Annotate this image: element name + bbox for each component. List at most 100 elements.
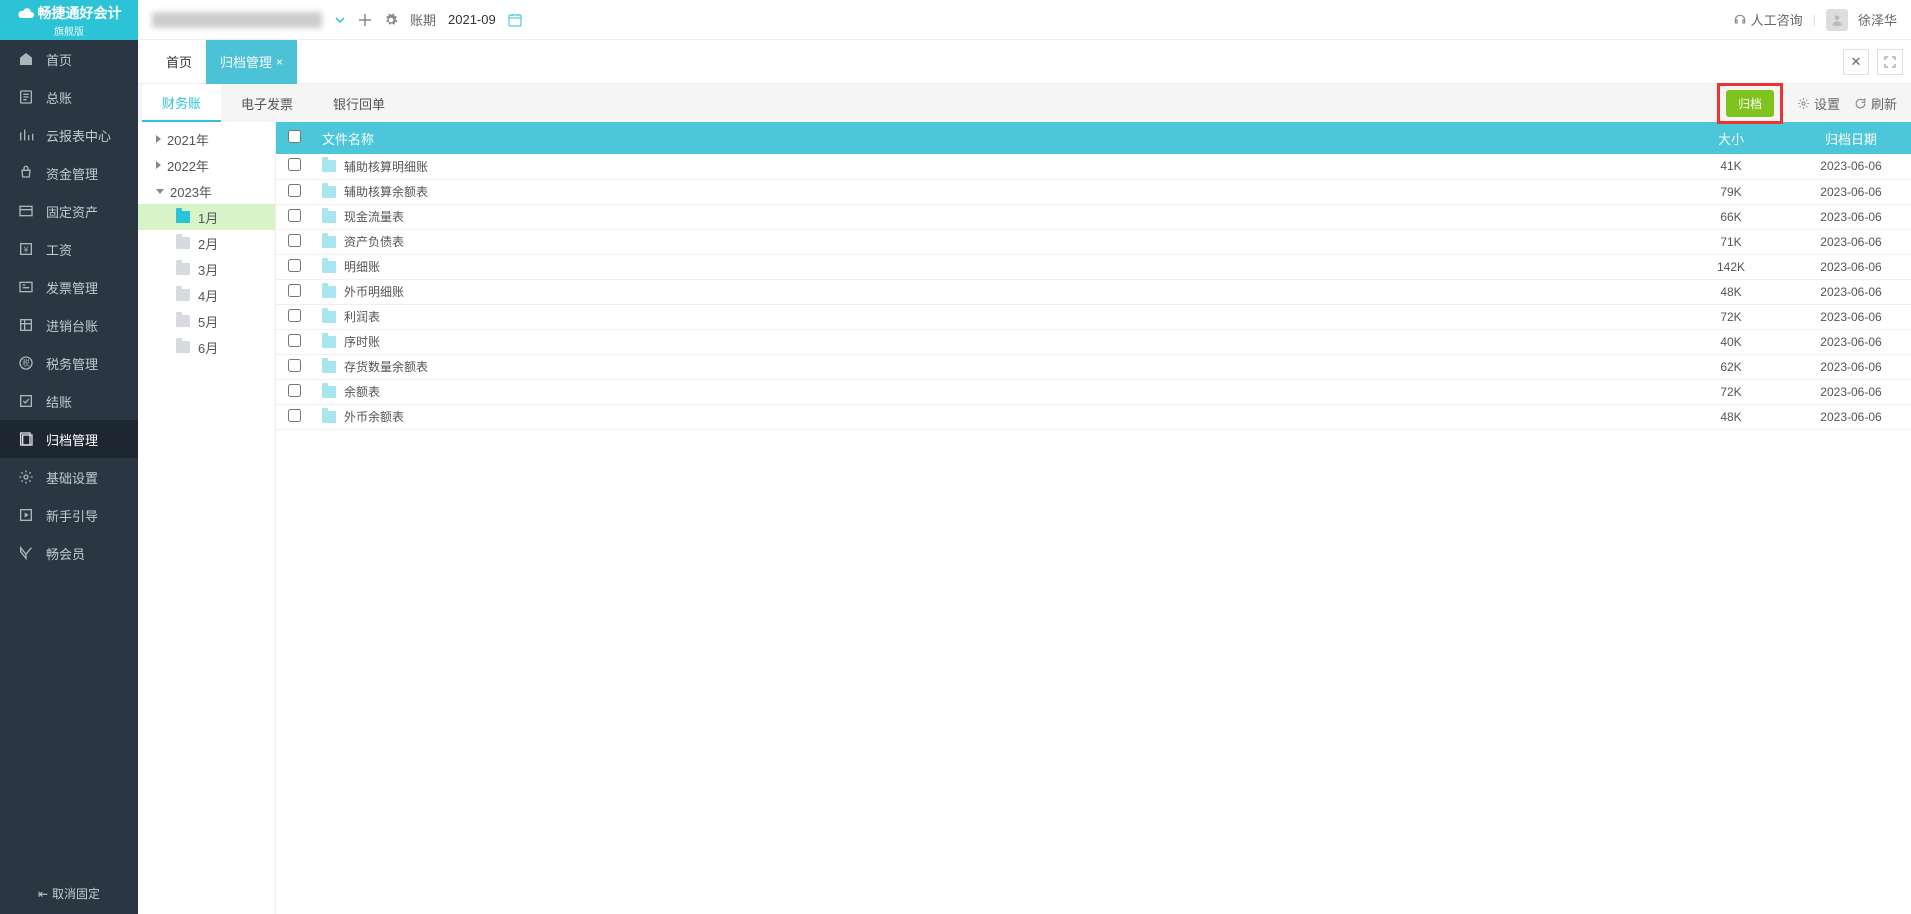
file-date: 2023-06-06 xyxy=(1791,179,1911,204)
file-name: 外币明细账 xyxy=(344,283,404,300)
add-icon[interactable] xyxy=(358,13,372,27)
close-icon[interactable]: × xyxy=(276,55,283,69)
table-row[interactable]: 资产负债表71K2023-06-06 xyxy=(276,229,1911,254)
file-date: 2023-06-06 xyxy=(1791,204,1911,229)
file-date: 2023-06-06 xyxy=(1791,154,1911,179)
table-row[interactable]: 外币余额表48K2023-06-06 xyxy=(276,404,1911,429)
row-checkbox[interactable] xyxy=(288,334,301,347)
row-checkbox[interactable] xyxy=(288,309,301,322)
row-checkbox[interactable] xyxy=(288,184,301,197)
tree-month-3[interactable]: 4月 xyxy=(138,282,275,308)
svg-text:税: 税 xyxy=(22,359,30,368)
folder-icon xyxy=(322,311,336,323)
period-label: 账期 xyxy=(410,10,436,29)
support-link[interactable]: 人工咨询 xyxy=(1733,10,1803,29)
nav-item-6[interactable]: 发票管理 xyxy=(0,268,138,306)
file-date: 2023-06-06 xyxy=(1791,279,1911,304)
nav-item-8[interactable]: 税税务管理 xyxy=(0,344,138,382)
tree-month-5[interactable]: 6月 xyxy=(138,334,275,360)
table-row[interactable]: 利润表72K2023-06-06 xyxy=(276,304,1911,329)
inner-tab-1[interactable]: 电子发票 xyxy=(221,84,313,122)
fullscreen-button[interactable] xyxy=(1877,49,1903,75)
company-selector[interactable] xyxy=(152,12,322,28)
row-checkbox[interactable] xyxy=(288,158,301,171)
nav-item-7[interactable]: 进销台账 xyxy=(0,306,138,344)
col-date: 归档日期 xyxy=(1791,122,1911,154)
page-tab-0[interactable]: 首页 xyxy=(152,40,206,84)
nav-list: 首页总账云报表中心资金管理固定资产¥工资发票管理进销台账税税务管理结账归档管理基… xyxy=(0,40,138,873)
inner-tab-2[interactable]: 银行回单 xyxy=(313,84,405,122)
table-row[interactable]: 辅助核算余额表79K2023-06-06 xyxy=(276,179,1911,204)
row-checkbox[interactable] xyxy=(288,234,301,247)
folder-icon xyxy=(322,261,336,273)
tree-year-0[interactable]: 2021年 xyxy=(138,126,275,152)
table-row[interactable]: 明细账142K2023-06-06 xyxy=(276,254,1911,279)
folder-icon xyxy=(322,236,336,248)
folder-icon xyxy=(322,211,336,223)
refresh-icon xyxy=(1854,97,1867,110)
table-row[interactable]: 存货数量余额表62K2023-06-06 xyxy=(276,354,1911,379)
row-checkbox[interactable] xyxy=(288,209,301,222)
table-row[interactable]: 外币明细账48K2023-06-06 xyxy=(276,279,1911,304)
nav-item-2[interactable]: 云报表中心 xyxy=(0,116,138,154)
nav-item-0[interactable]: 首页 xyxy=(0,40,138,78)
row-checkbox[interactable] xyxy=(288,284,301,297)
nav-item-9[interactable]: 结账 xyxy=(0,382,138,420)
file-table: 文件名称 大小 归档日期 辅助核算明细账41K2023-06-06辅助核算余额表… xyxy=(276,122,1911,914)
inner-tabs: 财务账电子发票银行回单 归档 设置 刷新 xyxy=(138,84,1911,122)
chevron-down-icon[interactable] xyxy=(334,14,346,26)
refresh-button[interactable]: 刷新 xyxy=(1854,94,1897,113)
nav-item-5[interactable]: ¥工资 xyxy=(0,230,138,268)
archive-button[interactable]: 归档 xyxy=(1726,90,1774,117)
file-date: 2023-06-06 xyxy=(1791,229,1911,254)
nav-icon xyxy=(18,89,34,105)
settings-button[interactable]: 设置 xyxy=(1797,94,1840,113)
tree-year-2[interactable]: 2023年 xyxy=(138,178,275,204)
nav-item-1[interactable]: 总账 xyxy=(0,78,138,116)
nav-item-11[interactable]: 基础设置 xyxy=(0,458,138,496)
page-tabs: 首页归档管理× ✕ xyxy=(138,40,1911,84)
tree-month-0[interactable]: 1月 xyxy=(138,204,275,230)
folder-icon xyxy=(176,263,190,275)
tree-year-1[interactable]: 2022年 xyxy=(138,152,275,178)
nav-item-10[interactable]: 归档管理 xyxy=(0,420,138,458)
gear-icon[interactable] xyxy=(384,13,398,27)
table-row[interactable]: 余额表72K2023-06-06 xyxy=(276,379,1911,404)
page-tab-1[interactable]: 归档管理× xyxy=(206,40,297,84)
username[interactable]: 徐泽华 xyxy=(1858,10,1897,29)
tree-month-1[interactable]: 2月 xyxy=(138,230,275,256)
tree-month-2[interactable]: 3月 xyxy=(138,256,275,282)
nav-item-3[interactable]: 资金管理 xyxy=(0,154,138,192)
row-checkbox[interactable] xyxy=(288,259,301,272)
calendar-icon[interactable] xyxy=(508,13,522,27)
avatar-icon[interactable] xyxy=(1826,9,1848,31)
sidebar-footer[interactable]: ⇤ 取消固定 xyxy=(0,873,138,914)
nav-item-12[interactable]: 新手引导 xyxy=(0,496,138,534)
folder-icon xyxy=(176,289,190,301)
file-size: 41K xyxy=(1671,154,1791,179)
close-tab-button[interactable]: ✕ xyxy=(1843,49,1869,75)
nav-item-4[interactable]: 固定资产 xyxy=(0,192,138,230)
table-row[interactable]: 序时账40K2023-06-06 xyxy=(276,329,1911,354)
file-size: 142K xyxy=(1671,254,1791,279)
tree-month-4[interactable]: 5月 xyxy=(138,308,275,334)
inner-tab-0[interactable]: 财务账 xyxy=(142,84,221,122)
nav-item-13[interactable]: 畅会员 xyxy=(0,534,138,572)
row-checkbox[interactable] xyxy=(288,409,301,422)
table-row[interactable]: 现金流量表66K2023-06-06 xyxy=(276,204,1911,229)
folder-icon xyxy=(322,386,336,398)
file-name: 序时账 xyxy=(344,333,380,350)
folder-icon xyxy=(322,336,336,348)
nav-icon xyxy=(18,165,34,181)
table-row[interactable]: 辅助核算明细账41K2023-06-06 xyxy=(276,154,1911,179)
caret-icon xyxy=(156,161,161,169)
nav-icon xyxy=(18,279,34,295)
select-all-checkbox[interactable] xyxy=(288,130,301,143)
file-date: 2023-06-06 xyxy=(1791,329,1911,354)
headset-icon xyxy=(1733,13,1747,27)
row-checkbox[interactable] xyxy=(288,384,301,397)
period-value[interactable]: 2021-09 xyxy=(448,12,496,27)
file-size: 66K xyxy=(1671,204,1791,229)
topbar: 账期 2021-09 人工咨询 | 徐泽华 xyxy=(138,0,1911,40)
row-checkbox[interactable] xyxy=(288,359,301,372)
